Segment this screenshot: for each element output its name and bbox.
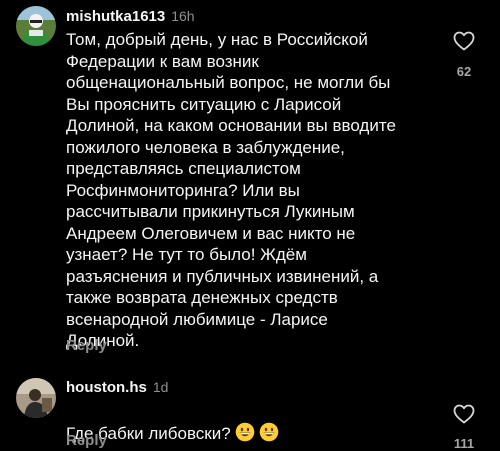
grinning-face-icon [235, 422, 255, 442]
comment-text: Том, добрый день, у нас в Российской Фед… [66, 30, 396, 350]
grinning-face-icon [259, 422, 279, 442]
username[interactable]: mishutka1613 [66, 8, 165, 25]
avatar[interactable] [16, 378, 56, 418]
like-count: 111 [453, 436, 475, 451]
comment-header: mishutka1613 16h [66, 8, 195, 25]
avatar[interactable] [16, 6, 56, 46]
username[interactable]: houston.hs [66, 379, 147, 396]
comment-text: Где бабки либовски? [66, 400, 446, 444]
comment-item: mishutka1613 16h Том, добрый день, у нас… [0, 0, 500, 360]
like-button[interactable] [452, 29, 476, 53]
heart-outline-icon [453, 31, 475, 51]
avatar-cyclist-icon [16, 6, 56, 46]
like-button[interactable] [452, 402, 476, 426]
avatar-person-dark-icon [16, 378, 56, 418]
heart-outline-icon [453, 404, 475, 424]
like-count: 62 [456, 64, 472, 79]
reply-button[interactable]: Reply [66, 432, 107, 449]
reply-button[interactable]: Reply [66, 337, 107, 354]
timestamp: 1d [152, 379, 169, 395]
comment-header: houston.hs 1d [66, 379, 168, 396]
timestamp: 16h [171, 8, 195, 24]
comment-item: houston.hs 1d Где бабки либовски? Reply … [0, 370, 500, 451]
